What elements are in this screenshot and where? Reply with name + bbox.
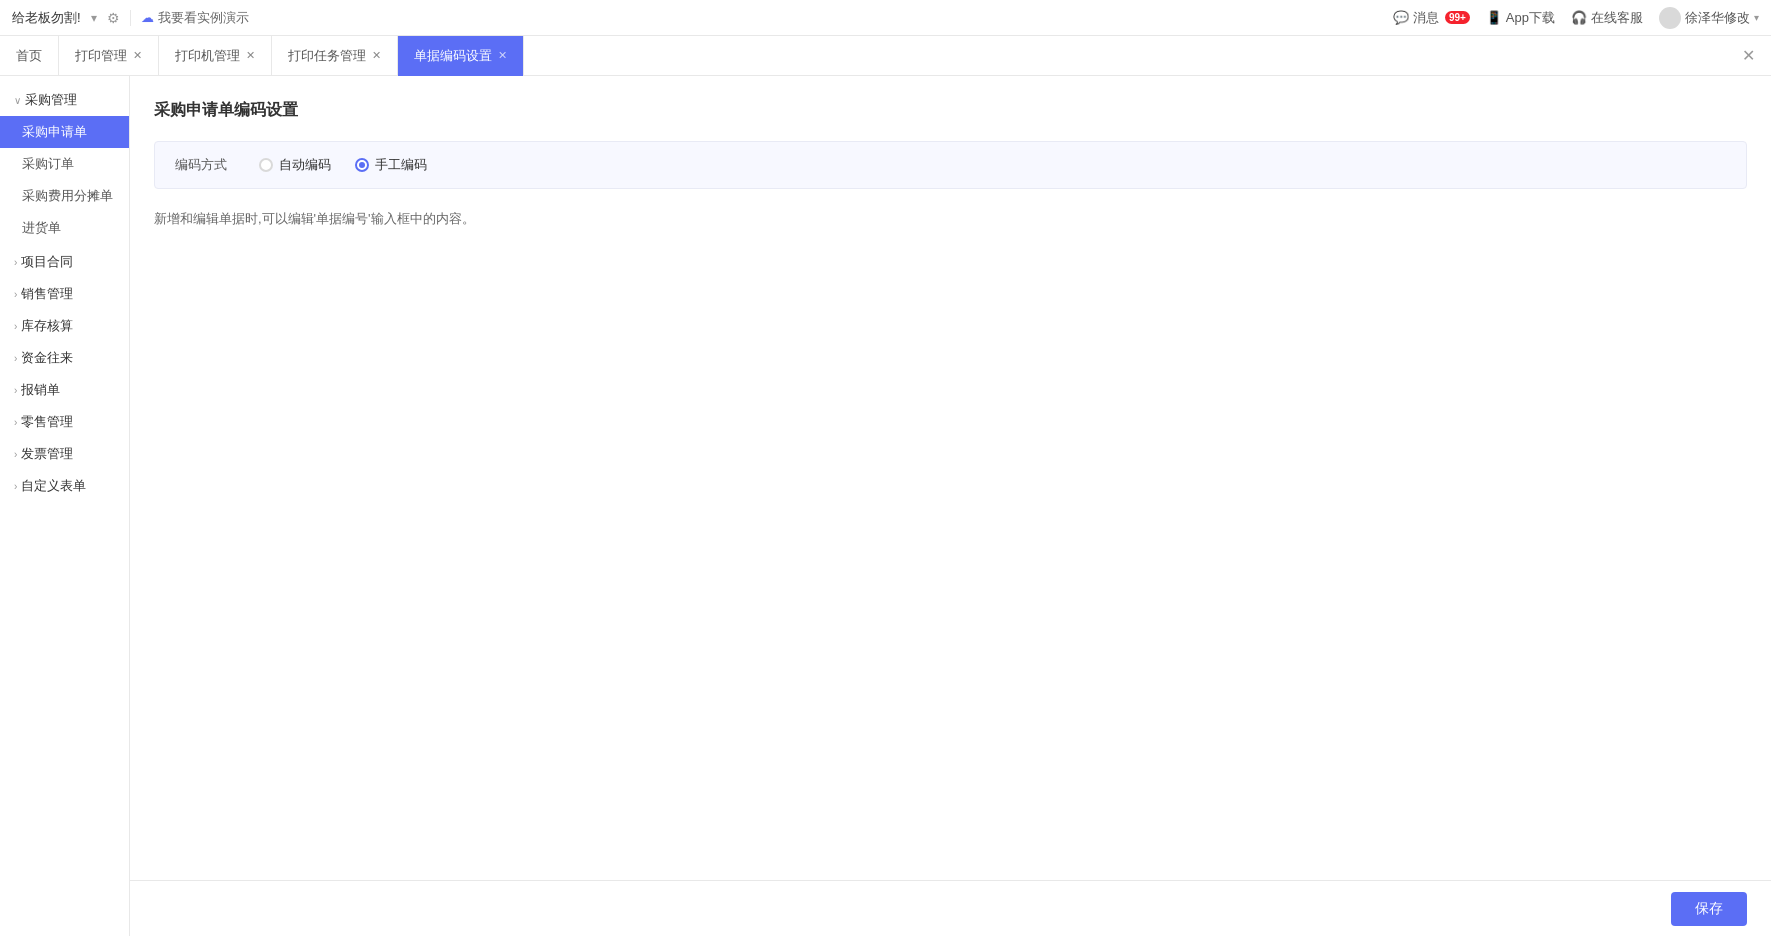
manual-encoding-radio[interactable]: 手工编码 bbox=[355, 156, 427, 174]
divider bbox=[130, 10, 131, 26]
encoding-radio-group: 自动编码 手工编码 bbox=[259, 156, 427, 174]
message-label: 消息 bbox=[1413, 9, 1439, 27]
sidebar-item-stock-in[interactable]: 进货单 bbox=[0, 212, 129, 244]
online-service-btn[interactable]: 🎧 在线客服 bbox=[1571, 9, 1643, 27]
project-expand-icon: › bbox=[14, 257, 17, 268]
sidebar-group-retail-label: 零售管理 bbox=[21, 413, 73, 431]
user-menu[interactable]: 徐泽华修改 ▾ bbox=[1659, 7, 1759, 29]
sidebar-group-retail[interactable]: › 零售管理 bbox=[0, 406, 129, 438]
tab-print-task[interactable]: 打印任务管理 ✕ bbox=[272, 36, 398, 76]
tab-printer-manage-label: 打印机管理 bbox=[175, 47, 240, 65]
sidebar-group-return[interactable]: › 报销单 bbox=[0, 374, 129, 406]
layout: ∨ 采购管理 采购申请单 采购订单 采购费用分摊单 进货单 › 项目合同 › 销… bbox=[0, 76, 1771, 936]
sidebar-item-purchase-order[interactable]: 采购订单 bbox=[0, 148, 129, 180]
tab-print-task-close[interactable]: ✕ bbox=[372, 49, 381, 62]
app-download-label: App下载 bbox=[1506, 9, 1555, 27]
app-download-btn[interactable]: 📱 App下载 bbox=[1486, 9, 1555, 27]
bottom-bar: 保存 bbox=[130, 880, 1771, 936]
sidebar-group-invoice-label: 发票管理 bbox=[21, 445, 73, 463]
page-title: 采购申请单编码设置 bbox=[154, 100, 1747, 121]
sidebar-group-project-label: 项目合同 bbox=[21, 253, 73, 271]
user-dropdown-icon: ▾ bbox=[1754, 12, 1759, 23]
invoice-expand-icon: › bbox=[14, 449, 17, 460]
sidebar-group-fund[interactable]: › 资金往来 bbox=[0, 342, 129, 374]
demo-icon: ☁ bbox=[141, 10, 154, 25]
user-avatar bbox=[1659, 7, 1681, 29]
brand-dropdown-icon[interactable]: ▾ bbox=[91, 11, 97, 25]
headset-icon: 🎧 bbox=[1571, 10, 1587, 25]
sidebar-group-sales-label: 销售管理 bbox=[21, 285, 73, 303]
tab-single-code[interactable]: 单据编码设置 ✕ bbox=[398, 36, 524, 76]
settings-icon[interactable]: ⚙ bbox=[107, 10, 120, 26]
sales-expand-icon: › bbox=[14, 289, 17, 300]
inventory-expand-icon: › bbox=[14, 321, 17, 332]
content-area: 采购申请单编码设置 编码方式 自动编码 手工编码 新增和编辑单据时,可以编辑'单… bbox=[130, 76, 1771, 936]
message-btn[interactable]: 💬 消息 99+ bbox=[1393, 9, 1470, 27]
tab-print-manage-close[interactable]: ✕ bbox=[133, 49, 142, 62]
online-service-label: 在线客服 bbox=[1591, 9, 1643, 27]
sidebar-group-project[interactable]: › 项目合同 bbox=[0, 246, 129, 278]
auto-encoding-label: 自动编码 bbox=[279, 156, 331, 174]
top-bar-left: 给老板勿割! ▾ ⚙ ☁ 我要看实例演示 bbox=[12, 9, 249, 27]
manual-encoding-circle bbox=[355, 158, 369, 172]
tab-bar: 首页 打印管理 ✕ 打印机管理 ✕ 打印任务管理 ✕ 单据编码设置 ✕ ✕ bbox=[0, 36, 1771, 76]
user-name: 徐泽华修改 bbox=[1685, 9, 1750, 27]
sidebar-item-purchase-order-label: 采购订单 bbox=[22, 156, 74, 171]
sidebar-item-purchase-expense[interactable]: 采购费用分摊单 bbox=[0, 180, 129, 212]
sidebar-item-stock-in-label: 进货单 bbox=[22, 220, 61, 235]
tab-print-manage-label: 打印管理 bbox=[75, 47, 127, 65]
sidebar-group-return-label: 报销单 bbox=[21, 381, 60, 399]
auto-encoding-radio[interactable]: 自动编码 bbox=[259, 156, 331, 174]
main-content: 采购申请单编码设置 编码方式 自动编码 手工编码 新增和编辑单据时,可以编辑'单… bbox=[130, 76, 1771, 936]
tab-printer-manage-close[interactable]: ✕ bbox=[246, 49, 255, 62]
tab-print-task-label: 打印任务管理 bbox=[288, 47, 366, 65]
sidebar-group-invoice[interactable]: › 发票管理 bbox=[0, 438, 129, 470]
tab-single-code-close[interactable]: ✕ bbox=[498, 49, 507, 62]
message-badge: 99+ bbox=[1445, 11, 1470, 24]
sidebar-group-custom-form-label: 自定义表单 bbox=[21, 477, 86, 495]
sidebar-group-fund-label: 资金往来 bbox=[21, 349, 73, 367]
sidebar-group-inventory[interactable]: › 库存核算 bbox=[0, 310, 129, 342]
sidebar-item-purchase-request-label: 采购申请单 bbox=[22, 124, 87, 139]
sidebar-group-purchase-title[interactable]: ∨ 采购管理 bbox=[0, 84, 129, 116]
tab-home-label: 首页 bbox=[16, 47, 42, 65]
sidebar-group-purchase-label: 采购管理 bbox=[25, 91, 77, 109]
tab-single-code-label: 单据编码设置 bbox=[414, 47, 492, 65]
return-expand-icon: › bbox=[14, 385, 17, 396]
sidebar-group-inventory-label: 库存核算 bbox=[21, 317, 73, 335]
encoding-section: 编码方式 自动编码 手工编码 bbox=[154, 141, 1747, 189]
sidebar-group-sales[interactable]: › 销售管理 bbox=[0, 278, 129, 310]
brand-name: 给老板勿割! bbox=[12, 9, 81, 27]
manual-encoding-label: 手工编码 bbox=[375, 156, 427, 174]
tab-print-manage[interactable]: 打印管理 ✕ bbox=[59, 36, 159, 76]
app-download-icon: 📱 bbox=[1486, 10, 1502, 25]
retail-expand-icon: › bbox=[14, 417, 17, 428]
top-bar: 给老板勿割! ▾ ⚙ ☁ 我要看实例演示 💬 消息 99+ 📱 App下载 🎧 … bbox=[0, 0, 1771, 36]
tab-home[interactable]: 首页 bbox=[0, 36, 59, 76]
hint-text: 新增和编辑单据时,可以编辑'单据编号'输入框中的内容。 bbox=[154, 209, 1747, 230]
demo-text: 我要看实例演示 bbox=[158, 9, 249, 27]
custom-form-expand-icon: › bbox=[14, 481, 17, 492]
purchase-expand-icon: ∨ bbox=[14, 95, 21, 106]
tab-printer-manage[interactable]: 打印机管理 ✕ bbox=[159, 36, 272, 76]
tab-bar-close-icon[interactable]: ✕ bbox=[1726, 46, 1771, 65]
sidebar-item-purchase-request[interactable]: 采购申请单 bbox=[0, 116, 129, 148]
sidebar-group-custom-form[interactable]: › 自定义表单 bbox=[0, 470, 129, 502]
save-button[interactable]: 保存 bbox=[1671, 892, 1747, 926]
message-icon: 💬 bbox=[1393, 10, 1409, 25]
fund-expand-icon: › bbox=[14, 353, 17, 364]
sidebar-group-purchase: ∨ 采购管理 采购申请单 采购订单 采购费用分摊单 进货单 bbox=[0, 84, 129, 244]
encoding-label: 编码方式 bbox=[175, 156, 227, 174]
sidebar: ∨ 采购管理 采购申请单 采购订单 采购费用分摊单 进货单 › 项目合同 › 销… bbox=[0, 76, 130, 936]
demo-link[interactable]: ☁ 我要看实例演示 bbox=[141, 9, 249, 27]
auto-encoding-circle bbox=[259, 158, 273, 172]
sidebar-item-purchase-expense-label: 采购费用分摊单 bbox=[22, 188, 113, 203]
top-bar-right: 💬 消息 99+ 📱 App下载 🎧 在线客服 徐泽华修改 ▾ bbox=[1393, 7, 1759, 29]
